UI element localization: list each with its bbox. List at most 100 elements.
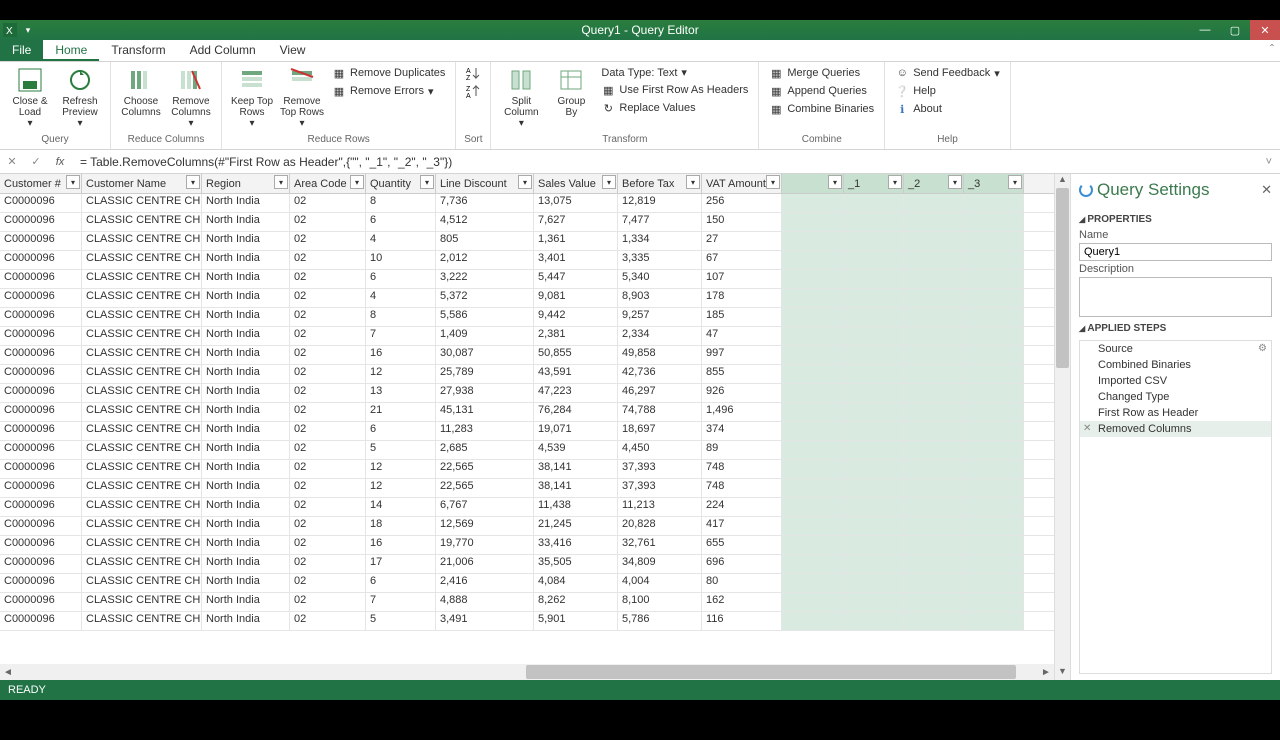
table-cell[interactable]: 185 — [702, 308, 782, 326]
table-cell[interactable]: 16 — [366, 346, 436, 364]
table-cell[interactable]: 855 — [702, 365, 782, 383]
table-cell[interactable] — [782, 289, 844, 307]
table-cell[interactable]: 49,858 — [618, 346, 702, 364]
table-cell[interactable]: North India — [202, 365, 290, 383]
table-cell[interactable]: 12 — [366, 479, 436, 497]
description-input[interactable] — [1079, 277, 1272, 317]
table-cell[interactable]: 997 — [702, 346, 782, 364]
table-cell[interactable]: C0000096 — [0, 574, 82, 592]
table-cell[interactable]: 20,828 — [618, 517, 702, 535]
table-cell[interactable]: 37,393 — [618, 460, 702, 478]
table-cell[interactable]: North India — [202, 251, 290, 269]
table-cell[interactable]: 02 — [290, 479, 366, 497]
tab-transform[interactable]: Transform — [99, 40, 177, 61]
table-cell[interactable]: CLASSIC CENTRE CHD — [82, 441, 202, 459]
table-cell[interactable] — [964, 365, 1024, 383]
replace-values-button[interactable]: ↻Replace Values — [597, 99, 752, 117]
table-cell[interactable]: North India — [202, 460, 290, 478]
table-cell[interactable]: 1,496 — [702, 403, 782, 421]
sort-asc-button[interactable]: AZ — [462, 64, 484, 82]
applied-step[interactable]: Source⚙ — [1080, 341, 1271, 357]
table-cell[interactable] — [782, 517, 844, 535]
table-cell[interactable]: 5 — [366, 441, 436, 459]
table-cell[interactable]: CLASSIC CENTRE CHD — [82, 536, 202, 554]
table-cell[interactable]: C0000096 — [0, 498, 82, 516]
table-cell[interactable]: C0000096 — [0, 346, 82, 364]
table-cell[interactable] — [844, 251, 904, 269]
table-cell[interactable]: 12,569 — [436, 517, 534, 535]
table-cell[interactable]: CLASSIC CENTRE CHD — [82, 574, 202, 592]
accept-formula-button[interactable]: ✓ — [28, 155, 44, 168]
table-row[interactable]: C0000096CLASSIC CENTRE CHDNorth India026… — [0, 270, 1054, 289]
column-header[interactable]: Before Tax▾ — [618, 174, 702, 193]
table-cell[interactable]: 43,591 — [534, 365, 618, 383]
table-cell[interactable]: CLASSIC CENTRE CHD — [82, 194, 202, 212]
table-cell[interactable]: 6 — [366, 270, 436, 288]
tab-view[interactable]: View — [268, 40, 318, 61]
table-cell[interactable] — [782, 384, 844, 402]
applied-step[interactable]: First Row as Header — [1080, 405, 1271, 421]
filter-dropdown-icon[interactable]: ▾ — [420, 175, 434, 189]
merge-queries-button[interactable]: ▦Merge Queries — [765, 64, 878, 82]
choose-columns-button[interactable]: Choose Columns — [117, 64, 165, 120]
column-header[interactable]: Quantity▾ — [366, 174, 436, 193]
table-cell[interactable] — [904, 536, 964, 554]
table-cell[interactable]: C0000096 — [0, 536, 82, 554]
table-cell[interactable]: C0000096 — [0, 365, 82, 383]
table-cell[interactable] — [964, 479, 1024, 497]
table-row[interactable]: C0000096CLASSIC CENTRE CHDNorth India028… — [0, 308, 1054, 327]
table-cell[interactable] — [844, 555, 904, 573]
table-cell[interactable]: 42,736 — [618, 365, 702, 383]
gear-icon[interactable]: ⚙ — [1258, 343, 1267, 354]
table-cell[interactable]: North India — [202, 308, 290, 326]
table-cell[interactable]: C0000096 — [0, 593, 82, 611]
tab-file[interactable]: File — [0, 40, 43, 61]
filter-dropdown-icon[interactable]: ▾ — [518, 175, 532, 189]
table-cell[interactable]: 3,335 — [618, 251, 702, 269]
table-cell[interactable]: CLASSIC CENTRE CHD — [82, 384, 202, 402]
table-cell[interactable] — [782, 251, 844, 269]
table-cell[interactable]: 2,685 — [436, 441, 534, 459]
table-cell[interactable] — [782, 327, 844, 345]
table-cell[interactable]: North India — [202, 384, 290, 402]
table-cell[interactable] — [904, 251, 964, 269]
table-cell[interactable] — [782, 422, 844, 440]
qat-dropdown-icon[interactable]: ▾ — [20, 22, 36, 38]
table-cell[interactable]: 21 — [366, 403, 436, 421]
table-cell[interactable] — [964, 574, 1024, 592]
table-cell[interactable] — [904, 498, 964, 516]
table-cell[interactable] — [964, 308, 1024, 326]
table-cell[interactable]: CLASSIC CENTRE CHD — [82, 517, 202, 535]
table-cell[interactable] — [782, 194, 844, 212]
table-cell[interactable]: 02 — [290, 460, 366, 478]
split-column-button[interactable]: Split Column ▾ — [497, 64, 545, 131]
table-row[interactable]: C0000096CLASSIC CENTRE CHDNorth India027… — [0, 593, 1054, 612]
table-cell[interactable] — [782, 213, 844, 231]
table-cell[interactable] — [844, 536, 904, 554]
table-cell[interactable] — [844, 270, 904, 288]
filter-dropdown-icon[interactable]: ▾ — [828, 175, 842, 189]
table-cell[interactable]: 2,012 — [436, 251, 534, 269]
table-row[interactable]: C0000096CLASSIC CENTRE CHDNorth India021… — [0, 555, 1054, 574]
table-cell[interactable]: 32,761 — [618, 536, 702, 554]
table-cell[interactable] — [904, 327, 964, 345]
table-cell[interactable]: 9,442 — [534, 308, 618, 326]
table-row[interactable]: C0000096CLASSIC CENTRE CHDNorth India021… — [0, 498, 1054, 517]
table-cell[interactable]: 47 — [702, 327, 782, 345]
table-cell[interactable] — [904, 403, 964, 421]
tab-add-column[interactable]: Add Column — [178, 40, 268, 61]
table-cell[interactable]: C0000096 — [0, 517, 82, 535]
column-header[interactable]: _1▾ — [844, 174, 904, 193]
table-cell[interactable]: 02 — [290, 574, 366, 592]
table-cell[interactable]: 107 — [702, 270, 782, 288]
scroll-left-icon[interactable]: ◄ — [0, 667, 16, 678]
table-cell[interactable]: CLASSIC CENTRE CHD — [82, 555, 202, 573]
table-cell[interactable]: 5,340 — [618, 270, 702, 288]
table-cell[interactable] — [782, 612, 844, 630]
table-cell[interactable]: 02 — [290, 365, 366, 383]
table-cell[interactable]: 5 — [366, 612, 436, 630]
table-cell[interactable] — [844, 327, 904, 345]
table-row[interactable]: C0000096CLASSIC CENTRE CHDNorth India021… — [0, 251, 1054, 270]
filter-dropdown-icon[interactable]: ▾ — [888, 175, 902, 189]
table-cell[interactable]: 02 — [290, 251, 366, 269]
